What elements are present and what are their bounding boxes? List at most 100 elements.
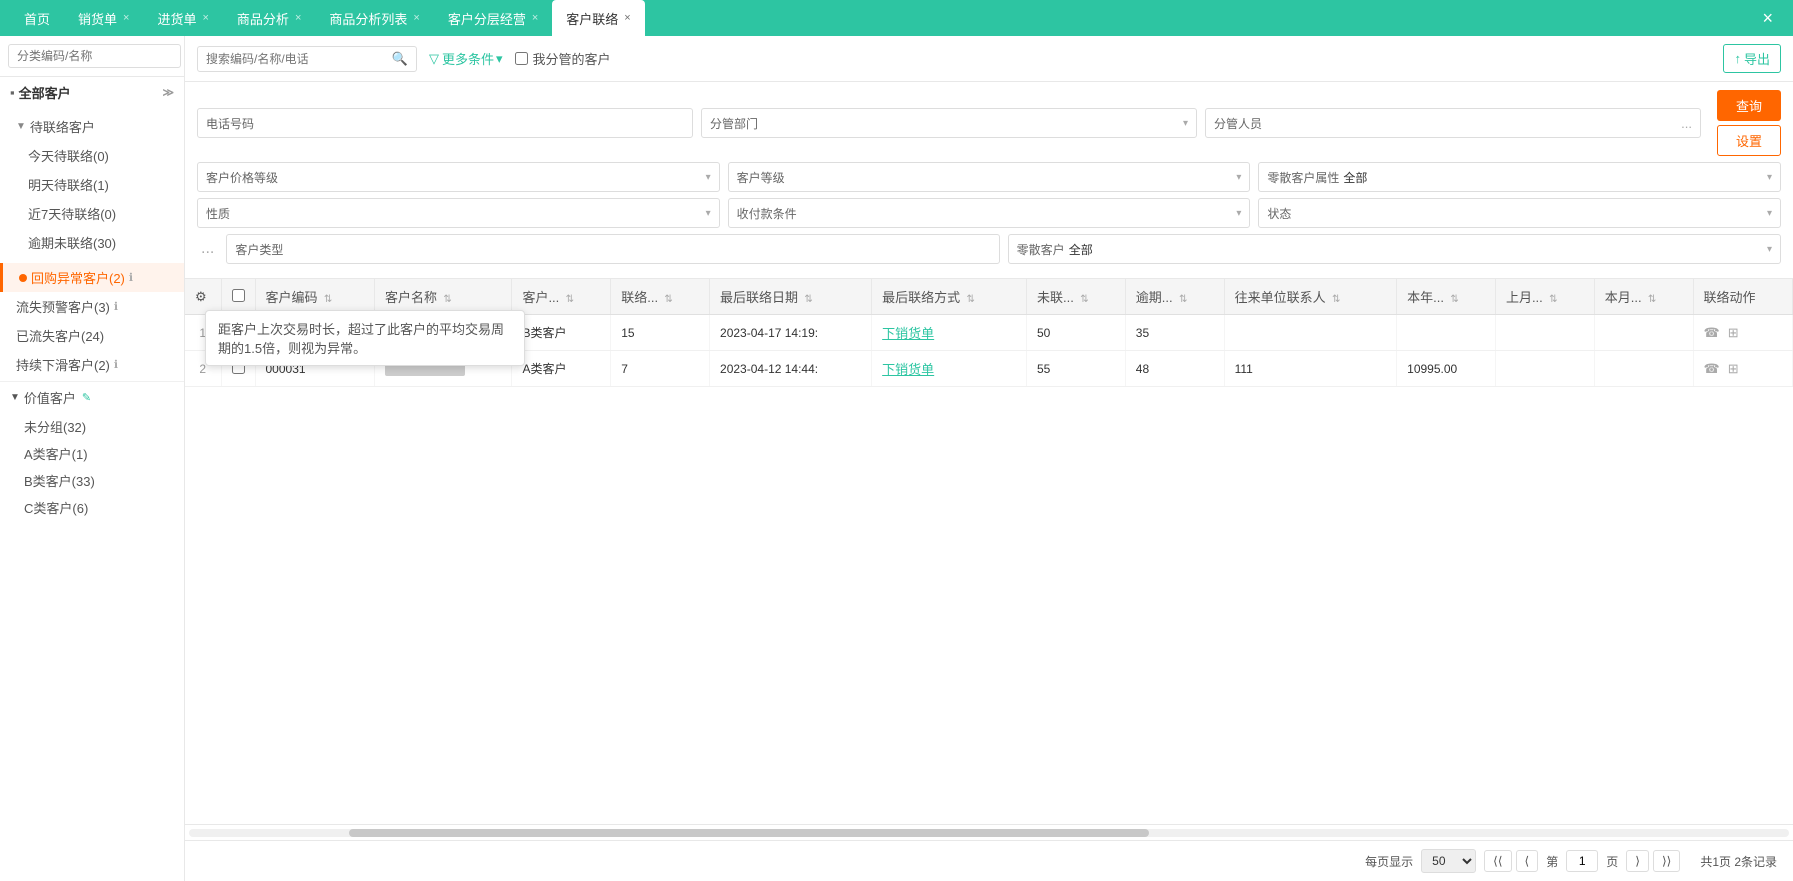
sort-name-icon[interactable]: ⇅ [443, 294, 451, 305]
action-icons-group: ☎ ⊞ [1704, 361, 1782, 377]
select-all-checkbox[interactable] [232, 289, 245, 302]
sidebar-expand-icon[interactable]: ≫ [162, 86, 174, 99]
sidebar-item-declining[interactable]: 持续下滑客户(2) ℹ [0, 350, 184, 379]
sort-this-month-icon[interactable]: ⇅ [1648, 294, 1656, 305]
sidebar-item-already-lost[interactable]: 已流失客户(24) [0, 321, 184, 350]
advanced-filter: 电话号码 分管部门 ▾ 分管人员 ... 查询 设置 [185, 82, 1793, 279]
last-page-button[interactable]: ⟩⟩ [1653, 850, 1680, 872]
retail-attr-field[interactable]: 零散客户属性 全部 ▾ [1258, 162, 1781, 192]
dept-dropdown-icon: ▾ [1183, 118, 1188, 129]
customer-type-field[interactable]: 客户类型 [226, 234, 999, 264]
row-last-contact-date-cell: 2023-04-12 14:44: [710, 351, 872, 387]
dept-field[interactable]: 分管部门 ▾ [701, 108, 1197, 138]
search-icon[interactable]: 🔍 [392, 51, 408, 67]
close-sales-icon[interactable]: × [123, 12, 129, 24]
first-page-button[interactable]: ⟨⟨ [1484, 850, 1511, 872]
sort-date-icon[interactable]: ⇅ [804, 294, 812, 305]
contact-action-icon[interactable]: ☎ [1704, 361, 1720, 377]
settings-gear-icon[interactable]: ⚙ [195, 289, 207, 304]
payment-dropdown-icon: ▾ [1236, 208, 1241, 219]
contact-action-icon[interactable]: ☎ [1704, 325, 1720, 341]
nav-customer-tier[interactable]: 客户分层经营 × [434, 0, 552, 36]
sidebar-item-class-b[interactable]: B类客户(33) [0, 467, 184, 494]
waiting-contact-group: ▼ 待联络客户 今天待联络(0) 明天待联络(1) 近7天待联络(0) 逾期未联… [0, 108, 184, 261]
sort-type-icon[interactable]: ⇅ [566, 294, 574, 305]
sidebar-search-input[interactable] [8, 44, 181, 68]
sort-contact-count-icon[interactable]: ⇅ [664, 294, 672, 305]
row-last-contact-type-cell[interactable]: 下销货单 [872, 351, 1027, 387]
nav-home[interactable]: 首页 [10, 0, 64, 36]
row-last-contact-type-cell[interactable]: 下销货单 [872, 315, 1027, 351]
nav-goods-analysis[interactable]: 商品分析 × [223, 0, 315, 36]
scroll-track[interactable] [189, 829, 1789, 837]
horizontal-scrollbar[interactable] [185, 824, 1793, 840]
sort-code-icon[interactable]: ⇅ [324, 294, 332, 305]
gender-field[interactable]: 性质 ▾ [197, 198, 720, 228]
col-contact-count: 联络... ⇅ [611, 279, 710, 315]
sort-uncontact-icon[interactable]: ⇅ [1080, 294, 1088, 305]
close-goods-analysis-icon[interactable]: × [295, 12, 301, 24]
page-prefix-label: 第 [1546, 853, 1558, 870]
sort-this-year-icon[interactable]: ⇅ [1450, 294, 1458, 305]
more-filters-dots[interactable]: ... [197, 240, 218, 258]
retail-customer-field[interactable]: 零散客户 全部 ▾ [1008, 234, 1781, 264]
sidebar: 🔍 ▪ 全部客户 ≫ ▼ 待联络客户 今天待联络(0) 明天待联络(1) [0, 36, 185, 881]
close-customer-contact-icon[interactable]: × [624, 12, 630, 24]
settings-button[interactable]: 设置 [1717, 125, 1781, 156]
close-goods-list-icon[interactable]: × [413, 12, 419, 24]
sort-last-month-icon[interactable]: ⇅ [1549, 294, 1557, 305]
pagination-bar: 每页显示 50 100 200 ⟨⟨ ⟨ 第 页 ⟩ ⟩⟩ 共1页 2条记录 [185, 840, 1793, 881]
all-customers-title[interactable]: ▪ 全部客户 ≫ [0, 77, 184, 108]
col-overdue: 逾期... ⇅ [1125, 279, 1224, 315]
page-number-input[interactable] [1566, 850, 1598, 872]
waiting-contact-title[interactable]: ▼ 待联络客户 [0, 112, 184, 141]
sidebar-item-unclassified[interactable]: 未分组(32) [0, 413, 184, 440]
more-conditions-button[interactable]: ▽ 更多条件 ▾ [429, 49, 503, 68]
nav-sales[interactable]: 销货单 × [64, 0, 143, 36]
my-customers-filter[interactable]: 我分管的客户 [515, 49, 611, 68]
top-navigation: 首页 销货单 × 进货单 × 商品分析 × 商品分析列表 × 客户分层经营 × … [0, 0, 1793, 36]
more-action-icon[interactable]: ⊞ [1728, 325, 1739, 341]
tooltip-box: 距客户上次交易时长，超过了此客户的平均交易周期的1.5倍，则视为异常。 [205, 310, 525, 366]
scroll-thumb[interactable] [349, 829, 1149, 837]
nav-goods-list[interactable]: 商品分析列表 × [315, 0, 433, 36]
page-size-select[interactable]: 50 100 200 [1421, 849, 1476, 873]
sidebar-item-overdue[interactable]: 逾期未联络(30) [0, 228, 184, 257]
sort-contact-person-icon[interactable]: ⇅ [1332, 294, 1340, 305]
phone-field[interactable]: 电话号码 [197, 108, 693, 138]
search-input[interactable] [206, 52, 388, 66]
nav-customer-contact[interactable]: 客户联络 × [552, 0, 644, 36]
sort-contact-type-icon[interactable]: ⇅ [967, 294, 975, 305]
sidebar-item-tomorrow[interactable]: 明天待联络(1) [0, 170, 184, 199]
sidebar-item-class-c[interactable]: C类客户(6) [0, 494, 184, 521]
payment-field[interactable]: 收付款条件 ▾ [728, 198, 1251, 228]
next-page-button[interactable]: ⟩ [1626, 850, 1649, 872]
export-button[interactable]: ↑ 导出 [1723, 44, 1781, 73]
query-button[interactable]: 查询 [1717, 90, 1781, 121]
manager-dots-icon: ... [1681, 116, 1692, 131]
row-contact-count-cell: 15 [611, 315, 710, 351]
my-customers-checkbox[interactable] [515, 52, 528, 65]
close-window-button[interactable]: × [1752, 8, 1783, 29]
last-contact-type-link[interactable]: 下销货单 [882, 362, 934, 377]
row-overdue-cell: 48 [1125, 351, 1224, 387]
sidebar-item-class-a[interactable]: A类客户(1) [0, 440, 184, 467]
status-field[interactable]: 状态 ▾ [1258, 198, 1781, 228]
prev-page-button[interactable]: ⟨ [1516, 850, 1539, 872]
price-level-field[interactable]: 客户价格等级 ▾ [197, 162, 720, 192]
more-action-icon[interactable]: ⊞ [1728, 361, 1739, 377]
close-purchase-icon[interactable]: × [202, 12, 208, 24]
customer-level-field[interactable]: 客户等级 ▾ [728, 162, 1251, 192]
sidebar-item-today[interactable]: 今天待联络(0) [0, 141, 184, 170]
sidebar-item-lost-warning[interactable]: 流失预警客户(3) ℹ [0, 292, 184, 321]
sidebar-item-repurchase-abnormal[interactable]: 回购异常客户(2) ℹ [0, 263, 184, 292]
nav-purchase[interactable]: 进货单 × [143, 0, 222, 36]
sidebar-item-7days[interactable]: 近7天待联络(0) [0, 199, 184, 228]
last-contact-type-link[interactable]: 下销货单 [882, 326, 934, 341]
edit-value-customers-icon[interactable]: ✎ [82, 391, 91, 404]
row-contact-count-cell: 7 [611, 351, 710, 387]
manager-field[interactable]: 分管人员 ... [1205, 108, 1701, 138]
row-this-year-cell: 10995.00 [1397, 351, 1496, 387]
sort-overdue-icon[interactable]: ⇅ [1179, 294, 1187, 305]
close-customer-tier-icon[interactable]: × [532, 12, 538, 24]
